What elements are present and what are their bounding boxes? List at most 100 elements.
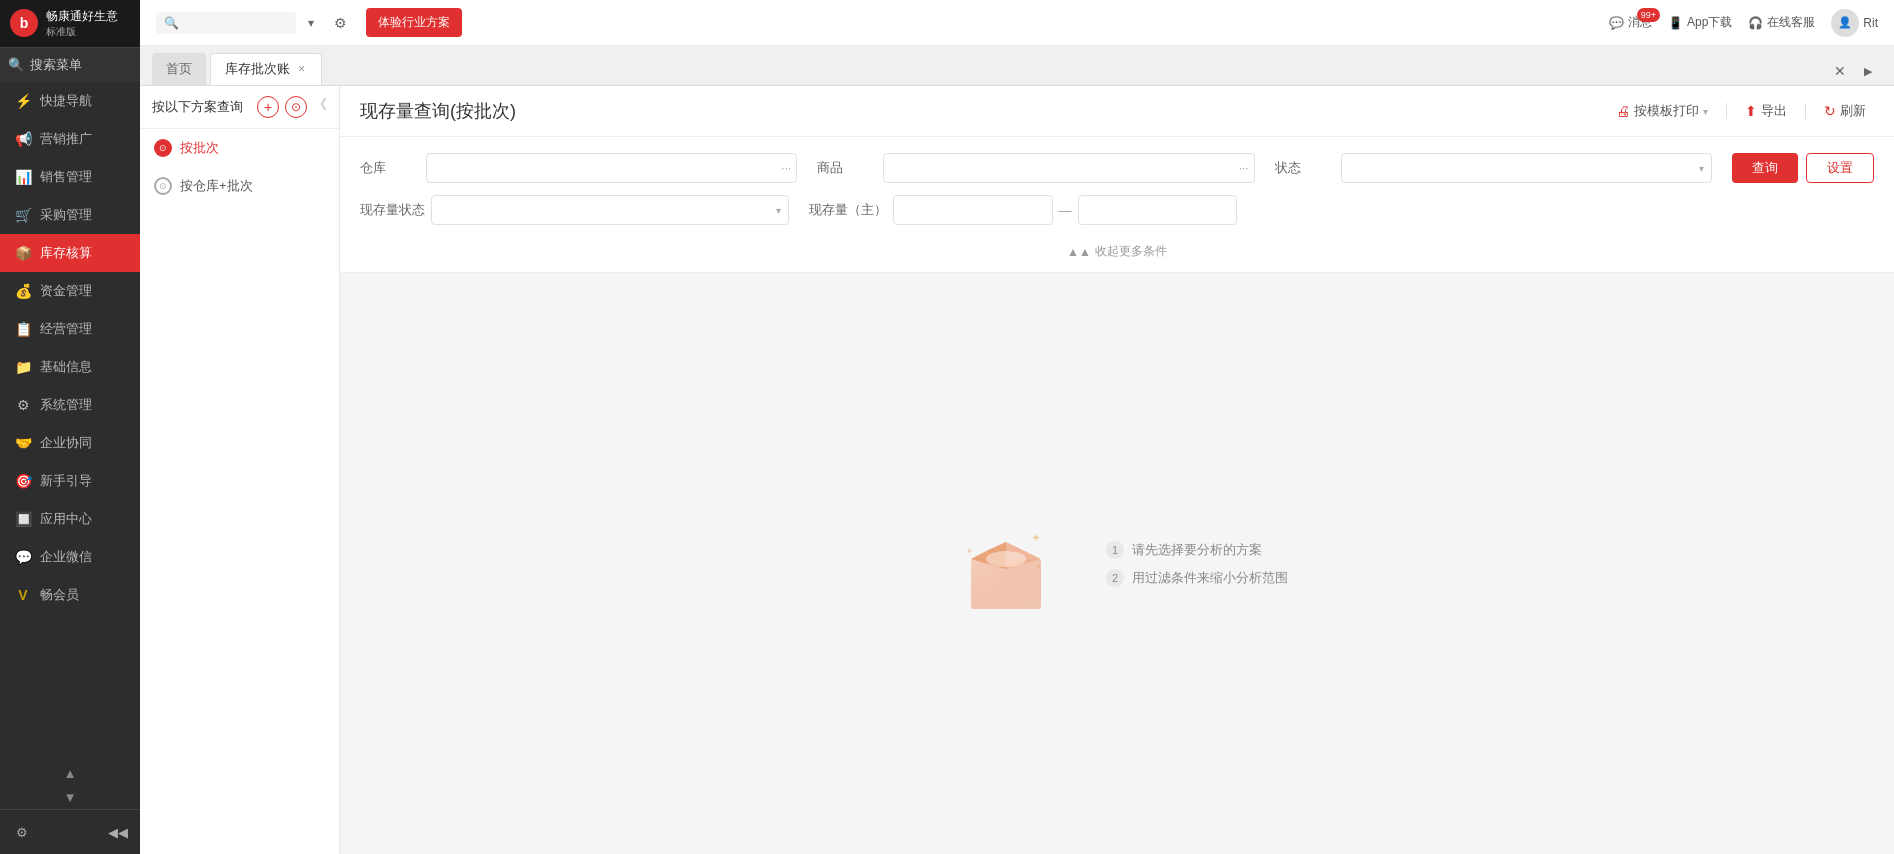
product-input-wrapper: ···	[883, 153, 1254, 183]
sidebar-item-enterprise[interactable]: 🤝 企业协同	[0, 424, 140, 462]
sidebar-item-guide[interactable]: 🎯 新手引导	[0, 462, 140, 500]
stock-status-field: 现存量状态 ▾	[360, 195, 789, 225]
sidebar-item-label: 畅会员	[40, 586, 79, 604]
filter-panel: 按以下方案查询 + ⊙ 《 ⊙ 按批次	[140, 86, 340, 854]
filter-add-button[interactable]: +	[257, 96, 279, 118]
topbar-dropdown[interactable]: ▾	[308, 16, 314, 30]
warehouse-suffix-icon[interactable]: ···	[781, 161, 791, 175]
tip-number-2: 2	[1106, 569, 1124, 587]
sidebar-item-label: 营销推广	[40, 130, 92, 148]
phone-icon: 📱	[1668, 16, 1683, 30]
sidebar-item-system[interactable]: ⚙ 系统管理	[0, 386, 140, 424]
user-profile[interactable]: 👤 Rit	[1831, 9, 1878, 37]
sidebar-item-label: 快捷导航	[40, 92, 92, 110]
status-label: 状态	[1275, 159, 1335, 177]
tab-panel-close-button[interactable]: ✕	[1826, 57, 1854, 85]
print-dropdown-icon[interactable]: ▾	[1703, 106, 1708, 117]
app-download-button[interactable]: 📱 App下载	[1668, 14, 1732, 31]
stock-amount-max-input[interactable]	[1078, 195, 1238, 225]
tab-close-button[interactable]: ×	[296, 62, 307, 76]
filter-collapse-button[interactable]: 《	[313, 96, 327, 118]
sidebar-item-apps[interactable]: 🔲 应用中心	[0, 500, 140, 538]
sidebar-item-purchase[interactable]: 🛒 采购管理	[0, 196, 140, 234]
online-service-button[interactable]: 🎧 在线客服	[1748, 14, 1815, 31]
tab-home-label: 首页	[166, 60, 192, 78]
sales-icon: 📊	[14, 168, 32, 186]
tab-inventory-batch-label: 库存批次账	[225, 60, 290, 78]
topbar-search[interactable]: 🔍	[156, 12, 296, 34]
product-input[interactable]	[883, 153, 1254, 183]
collapse-sidebar-button[interactable]: ◀◀	[104, 818, 132, 846]
page-header-actions: 🖨 按模板打印 ▾ ⬆ 导出 ↻ 刷新	[1608, 98, 1874, 124]
range-dash: —	[1059, 203, 1072, 218]
app-version: 标准版	[46, 25, 118, 39]
sidebar-scroll-up-button[interactable]: ▲	[0, 761, 140, 785]
filter-warehouse-batch-label: 按仓库+批次	[180, 177, 253, 195]
query-button[interactable]: 查询	[1732, 153, 1798, 183]
warehouse-input[interactable]	[426, 153, 797, 183]
tab-panel-arrow-button[interactable]: ▶	[1854, 57, 1882, 85]
tab-inventory-batch[interactable]: 库存批次账 ×	[210, 53, 322, 85]
headset-icon: 🎧	[1748, 16, 1763, 30]
export-label: 导出	[1761, 102, 1787, 120]
filter-warehouse-batch-icon: ⊙	[154, 177, 172, 195]
stock-status-select[interactable]	[431, 195, 789, 225]
search-form: 仓库 ··· 商品 ···	[340, 137, 1894, 273]
sidebar-item-label: 库存核算	[40, 244, 92, 262]
filter-item-warehouse-batch[interactable]: ⊙ 按仓库+批次	[140, 167, 339, 205]
setting-button[interactable]: 设置	[1806, 153, 1874, 183]
filter-batch-icon: ⊙	[154, 139, 172, 157]
refresh-label: 刷新	[1840, 102, 1866, 120]
svg-text:✦: ✦	[1031, 531, 1041, 545]
refresh-button[interactable]: ↻ 刷新	[1816, 98, 1874, 124]
settings-icon: ⚙	[16, 825, 28, 840]
avatar: 👤	[1831, 9, 1859, 37]
gear-icon: ⚙	[334, 15, 347, 31]
system-icon: ⚙	[14, 396, 32, 414]
filter-panel-title: 按以下方案查询	[152, 98, 243, 116]
finance-icon: 💰	[14, 282, 32, 300]
tip-2-text: 用过滤条件来缩小分析范围	[1132, 569, 1288, 587]
collapse-more-button[interactable]: ▲▲ 收起更多条件	[360, 237, 1874, 262]
sidebar-item-basic[interactable]: 📁 基础信息	[0, 348, 140, 386]
trial-button[interactable]: 体验行业方案	[366, 8, 462, 37]
form-row-1: 仓库 ··· 商品 ···	[360, 153, 1874, 183]
sidebar-item-label: 系统管理	[40, 396, 92, 414]
page-title: 现存量查询(按批次)	[360, 99, 516, 123]
tip-number-1: 1	[1106, 541, 1124, 559]
sidebar-item-marketing[interactable]: 📢 营销推广	[0, 120, 140, 158]
main-panel: 现存量查询(按批次) 🖨 按模板打印 ▾ ⬆ 导出 ↻ 刷	[340, 86, 1894, 854]
print-button[interactable]: 🖨 按模板打印 ▾	[1608, 98, 1716, 124]
tab-home[interactable]: 首页	[152, 53, 206, 85]
sidebar-item-shortcut[interactable]: ⚡ 快捷导航	[0, 82, 140, 120]
filter-item-batch[interactable]: ⊙ 按批次	[140, 129, 339, 167]
product-suffix-icon[interactable]: ···	[1239, 161, 1249, 175]
filter-settings-button[interactable]: ⊙	[285, 96, 307, 118]
export-button[interactable]: ⬆ 导出	[1737, 98, 1795, 124]
page-header: 现存量查询(按批次) 🖨 按模板打印 ▾ ⬆ 导出 ↻ 刷	[340, 86, 1894, 137]
sidebar-item-inventory[interactable]: 📦 库存核算	[0, 234, 140, 272]
wechat-icon: 💬	[14, 548, 32, 566]
sidebar-item-operation[interactable]: 📋 经营管理	[0, 310, 140, 348]
stock-amount-min-input[interactable]	[893, 195, 1053, 225]
sidebar-item-member[interactable]: V 畅会员	[0, 576, 140, 614]
sidebar-item-finance[interactable]: 💰 资金管理	[0, 272, 140, 310]
guide-icon: 🎯	[14, 472, 32, 490]
sidebar-scroll-down-button[interactable]: ▼	[0, 785, 140, 809]
sidebar-item-wechat[interactable]: 💬 企业微信	[0, 538, 140, 576]
refresh-icon: ↻	[1824, 103, 1836, 119]
sidebar-header: b 畅康通好生意 标准版	[0, 0, 140, 48]
collapse-icon: ◀◀	[108, 825, 128, 840]
status-select[interactable]	[1341, 153, 1712, 183]
topbar-gear-button[interactable]: ⚙	[326, 9, 354, 37]
print-label: 按模板打印	[1634, 102, 1699, 120]
tabs-bar-right: ✕ ▶	[1826, 57, 1882, 85]
sidebar-footer: ⚙ ◀◀	[0, 809, 140, 854]
sidebar-search[interactable]: 🔍 搜索菜单	[0, 48, 140, 82]
settings-button[interactable]: ⚙	[8, 818, 36, 846]
sidebar-item-sales[interactable]: 📊 销售管理	[0, 158, 140, 196]
message-button[interactable]: 💬 消息 99+	[1609, 14, 1652, 31]
filter-panel-actions: + ⊙ 《	[257, 96, 327, 118]
warehouse-input-wrapper: ···	[426, 153, 797, 183]
apps-icon: 🔲	[14, 510, 32, 528]
